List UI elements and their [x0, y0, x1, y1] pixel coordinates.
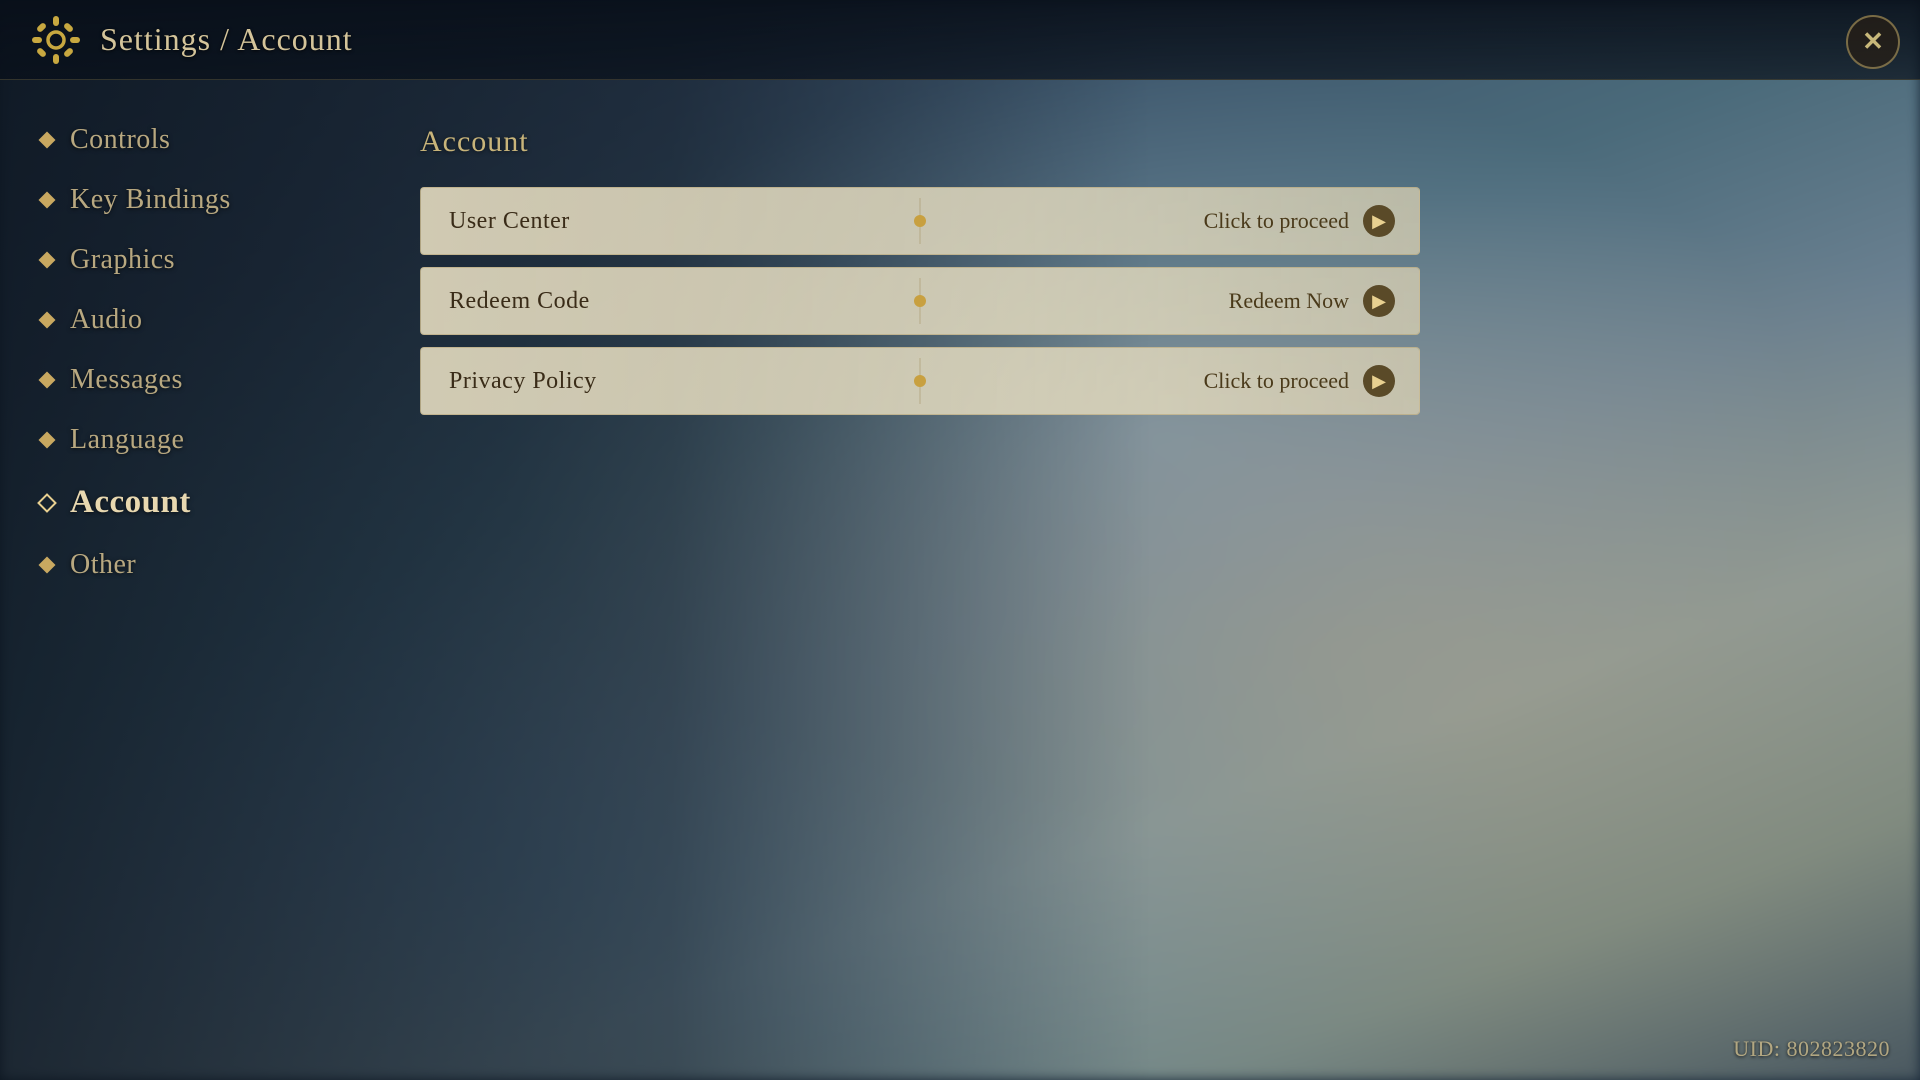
- sidebar-item-label: Controls: [70, 124, 170, 156]
- header-bar: Settings / Account: [0, 0, 1920, 80]
- sidebar-item-other[interactable]: Other: [0, 535, 360, 595]
- action-row-user-center[interactable]: User Center Click to proceed ▶: [420, 187, 1420, 255]
- diamond-icon: [40, 496, 54, 510]
- row-dot: [914, 375, 926, 387]
- sidebar-item-messages[interactable]: Messages: [0, 350, 360, 410]
- diamond-icon: [40, 133, 54, 147]
- diamond-icon: [40, 193, 54, 207]
- row-cta: Click to proceed: [1204, 368, 1349, 394]
- header-title: Settings / Account: [100, 21, 353, 58]
- sidebar-item-label: Language: [70, 424, 184, 456]
- diamond-icon: [40, 313, 54, 327]
- sidebar-item-account[interactable]: Account: [0, 470, 360, 535]
- sidebar-item-language[interactable]: Language: [0, 410, 360, 470]
- sidebar-item-label: Audio: [70, 304, 143, 336]
- diamond-icon: [40, 253, 54, 267]
- row-right: Click to proceed ▶: [1204, 205, 1395, 237]
- diamond-icon: [40, 558, 54, 572]
- settings-icon: [30, 14, 82, 66]
- row-cta: Redeem Now: [1229, 288, 1349, 314]
- sidebar-item-label: Account: [70, 484, 191, 521]
- row-arrow-icon: ▶: [1363, 285, 1395, 317]
- sidebar: Controls Key Bindings Graphics Audio Message…: [0, 80, 360, 1080]
- row-right: Click to proceed ▶: [1204, 365, 1395, 397]
- sidebar-item-audio[interactable]: Audio: [0, 290, 360, 350]
- sidebar-item-label: Messages: [70, 364, 183, 396]
- row-arrow-icon: ▶: [1363, 365, 1395, 397]
- close-icon: ✕: [1862, 27, 1884, 57]
- sidebar-item-graphics[interactable]: Graphics: [0, 230, 360, 290]
- row-dot: [914, 215, 926, 227]
- row-label: Redeem Code: [449, 288, 590, 315]
- sidebar-item-label: Key Bindings: [70, 184, 231, 216]
- diamond-icon: [40, 433, 54, 447]
- row-label: Privacy Policy: [449, 368, 597, 395]
- row-label: User Center: [449, 208, 570, 235]
- row-cta: Click to proceed: [1204, 208, 1349, 234]
- sidebar-item-key-bindings[interactable]: Key Bindings: [0, 170, 360, 230]
- row-right: Redeem Now ▶: [1229, 285, 1395, 317]
- sidebar-item-controls[interactable]: Controls: [0, 110, 360, 170]
- uid-label: UID: 802823820: [1733, 1036, 1890, 1062]
- diamond-icon: [40, 373, 54, 387]
- row-arrow-icon: ▶: [1363, 205, 1395, 237]
- sidebar-item-label: Other: [70, 549, 136, 581]
- action-row-redeem-code[interactable]: Redeem Code Redeem Now ▶: [420, 267, 1420, 335]
- action-row-privacy-policy[interactable]: Privacy Policy Click to proceed ▶: [420, 347, 1420, 415]
- row-dot: [914, 295, 926, 307]
- main-content: Account User CenterClick to proceed▶Rede…: [360, 80, 1920, 1080]
- section-title: Account: [420, 125, 1860, 159]
- sidebar-item-label: Graphics: [70, 244, 175, 276]
- close-button[interactable]: ✕: [1846, 15, 1900, 69]
